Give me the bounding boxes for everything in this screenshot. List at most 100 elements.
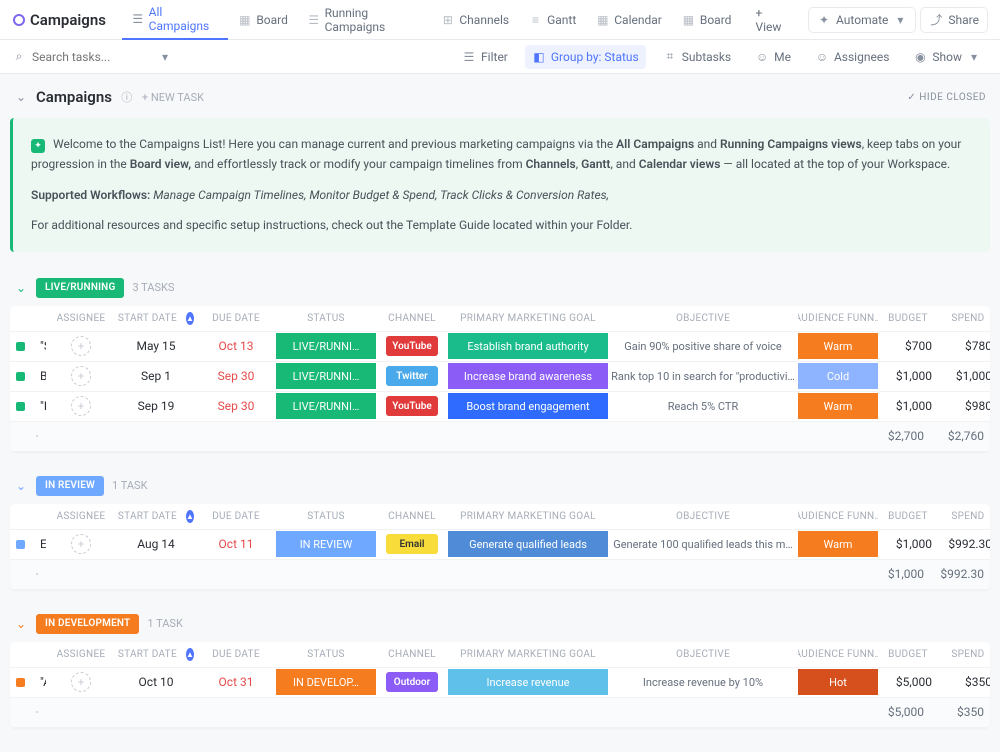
status-tag[interactable]: LIVE/RUNNI… [276,393,376,419]
col-assignee[interactable]: ASSIGNEE [46,313,116,324]
tab-gantt[interactable]: ≡Gantt [519,0,586,40]
assignee-avatar[interactable]: + [71,366,91,386]
task-row[interactable]: "Simple and Powerful" campaign+May 15Oct… [10,332,990,362]
status-tag[interactable]: IN DEVELOP… [276,669,376,695]
spend-cell[interactable]: $980 [938,399,990,413]
task-title[interactable]: "All of your work in one place" campaign [34,675,46,689]
funnel-tag[interactable]: Warm [798,531,878,557]
tab-all-campaigns[interactable]: ☰All Campaigns [122,0,228,40]
col-funnel[interactable]: AUDIENCE FUNN… [798,511,878,522]
col-budget[interactable]: BUDGET [878,511,938,522]
spend-cell[interactable]: $1,000 [938,369,990,383]
sort-icon[interactable]: ▲ [186,648,194,661]
col-start-date[interactable]: START DATE▲ [116,510,196,523]
group-pill[interactable]: IN DEVELOPMENT [36,614,139,634]
subtasks-chip[interactable]: ⌗Subtasks [656,45,738,69]
new-task-header[interactable]: + NEW TASK [142,91,204,104]
col-budget[interactable]: BUDGET [878,649,938,660]
col-objective[interactable]: OBJECTIVE [608,511,798,522]
task-row[interactable]: Email marketing campaign+Aug 14Oct 11IN … [10,530,990,560]
automate-button[interactable]: ✦ Automate ▾ [808,7,916,33]
funnel-tag[interactable]: Warm [798,333,878,359]
col-funnel[interactable]: AUDIENCE FUNN… [798,649,878,660]
channel-badge[interactable]: Email [386,534,438,554]
me-chip[interactable]: ☺Me [748,45,798,69]
search-input[interactable] [32,50,152,64]
group-pill[interactable]: IN REVIEW [36,476,104,496]
chevron-down-icon[interactable]: ▾ [158,50,172,64]
objective-cell[interactable]: Increase revenue by 10% [608,676,798,689]
col-channel[interactable]: CHANNEL [376,313,448,324]
channel-badge[interactable]: Outdoor [386,672,438,692]
tab-calendar[interactable]: ▦Calendar [586,0,672,40]
due-date[interactable]: Oct 13 [196,339,276,353]
start-date[interactable]: Sep 1 [116,369,196,383]
collapse-icon[interactable]: ⌄ [14,90,28,104]
due-date[interactable]: Sep 30 [196,369,276,383]
col-goal[interactable]: PRIMARY MARKETING GOAL [448,313,608,324]
collapse-icon[interactable]: ⌄ [14,479,28,493]
task-row[interactable]: "Find joy" campaign ⚑ ⌗ 0/1+Sep 19Sep 30… [10,392,990,422]
status-tag[interactable]: IN REVIEW [276,531,376,557]
show-chip[interactable]: ◉Show▾ [906,45,988,69]
add-view-tab[interactable]: + View [745,0,800,40]
col-goal[interactable]: PRIMARY MARKETING GOAL [448,649,608,660]
col-goal[interactable]: PRIMARY MARKETING GOAL [448,511,608,522]
group-pill[interactable]: LIVE/RUNNING [36,278,124,298]
col-due-date[interactable]: DUE DATE [196,313,276,324]
channel-badge[interactable]: YouTube [386,396,438,416]
assignees-chip[interactable]: ☺Assignees [808,45,896,69]
col-funnel[interactable]: AUDIENCE FUNN… [798,313,878,324]
col-status[interactable]: STATUS [276,649,376,660]
goal-tag[interactable]: Generate qualified leads [448,531,608,557]
col-objective[interactable]: OBJECTIVE [608,649,798,660]
channel-badge[interactable]: YouTube [386,336,438,356]
objective-cell[interactable]: Reach 5% CTR [608,400,798,413]
status-tag[interactable]: LIVE/RUNNI… [276,363,376,389]
col-channel[interactable]: CHANNEL [376,511,448,522]
task-title[interactable]: Email marketing campaign [34,537,46,551]
col-budget[interactable]: BUDGET [878,313,938,324]
col-spend[interactable]: SPEND [938,511,990,522]
assignee-avatar[interactable]: + [71,336,91,356]
tab-board[interactable]: ▦Board [672,0,742,40]
due-date[interactable]: Oct 31 [196,675,276,689]
funnel-tag[interactable]: Cold [798,363,878,389]
col-start-date[interactable]: START DATE▲ [116,312,196,325]
col-status[interactable]: STATUS [276,511,376,522]
task-title[interactable]: Brand awareness campaign [34,369,46,383]
due-date[interactable]: Sep 30 [196,399,276,413]
budget-cell[interactable]: $1,000 [878,537,938,551]
objective-cell[interactable]: Rank top 10 in search for "productivi… [608,370,798,383]
start-date[interactable]: Oct 10 [116,675,196,689]
task-row[interactable]: "All of your work in one place" campaign… [10,668,990,698]
new-task-link[interactable]: + New task [16,700,38,725]
objective-cell[interactable]: Gain 90% positive share of voice [608,340,798,353]
budget-cell[interactable]: $1,000 [878,399,938,413]
col-assignee[interactable]: ASSIGNEE [46,649,116,660]
col-objective[interactable]: OBJECTIVE [608,313,798,324]
spend-cell[interactable]: $350 [938,675,990,689]
funnel-tag[interactable]: Hot [798,669,878,695]
col-assignee[interactable]: ASSIGNEE [46,511,116,522]
col-status[interactable]: STATUS [276,313,376,324]
sort-icon[interactable]: ▲ [186,312,194,325]
task-row[interactable]: Brand awareness campaign + Sep 1Sep 30LIVE… [10,362,990,392]
assignee-avatar[interactable]: + [71,534,91,554]
spend-cell[interactable]: $780 [938,339,990,353]
task-title[interactable]: "Find joy" campaign ⚑ ⌗ 0/1 [34,399,46,413]
col-start-date[interactable]: START DATE▲ [116,648,196,661]
goal-tag[interactable]: Boost brand engagement [448,393,608,419]
share-button[interactable]: ⤴ Share [920,7,988,33]
tab-channels[interactable]: ⊞Channels [431,0,519,40]
tab-running-campaigns[interactable]: ☰Running Campaigns [298,0,431,40]
hide-closed[interactable]: ✓ HIDE CLOSED [907,92,986,103]
status-tag[interactable]: LIVE/RUNNI… [276,333,376,359]
new-task-link[interactable]: + New task [16,424,38,449]
channel-badge[interactable]: Twitter [386,366,438,386]
budget-cell[interactable]: $1,000 [878,369,938,383]
new-task-link[interactable]: + New task [16,562,38,587]
goal-tag[interactable]: Increase brand awareness [448,363,608,389]
assignee-avatar[interactable]: + [71,396,91,416]
col-spend[interactable]: SPEND [938,649,990,660]
